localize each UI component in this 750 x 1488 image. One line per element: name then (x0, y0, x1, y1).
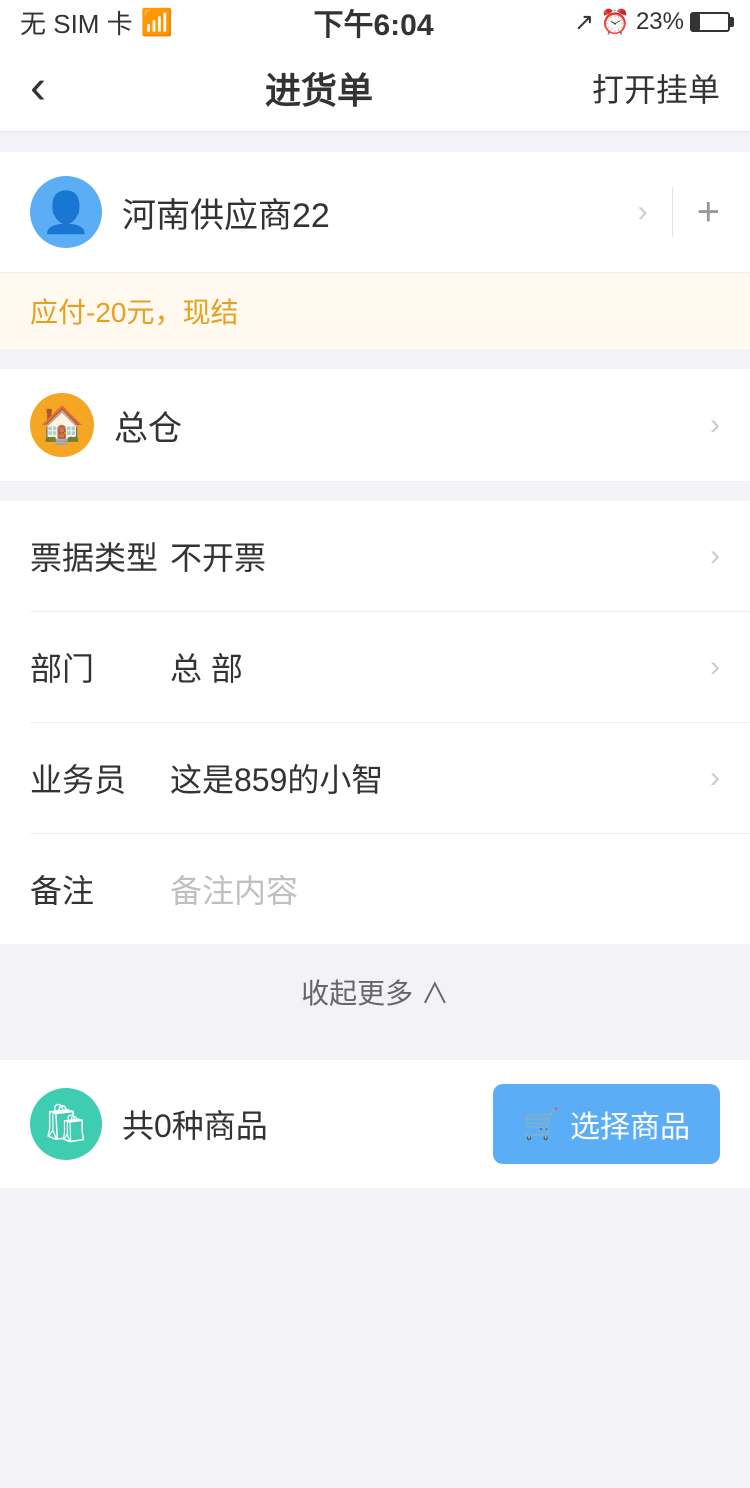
sales-chevron-icon: › (710, 761, 720, 795)
person-icon: 👤 (41, 189, 91, 236)
select-product-label: 选择商品 (570, 1102, 690, 1146)
remark-input[interactable]: 备注内容 (170, 866, 720, 912)
vertical-divider (672, 187, 673, 237)
carrier-label: 无 SIM 卡 (20, 4, 133, 41)
remark-label: 备注 (30, 866, 170, 912)
section-gap-3 (0, 481, 750, 501)
status-right: ↗ ⏰ 23% (574, 8, 730, 37)
product-section: 🛍 共0种商品 🛒 选择商品 (0, 1060, 750, 1188)
page-background (0, 1188, 750, 1488)
add-supplier-button[interactable]: + (697, 192, 720, 232)
open-pending-button[interactable]: 打开挂单 (592, 65, 720, 111)
sales-row[interactable]: 业务员 这是859的小智 › (0, 723, 750, 833)
form-section: 票据类型 不开票 › 部门 总 部 › 业务员 这是859的小智 › 备注 备注… (0, 501, 750, 944)
page-title: 进货单 (265, 62, 373, 114)
section-gap-2 (0, 349, 750, 369)
invoice-chevron-icon: › (710, 539, 720, 573)
status-bar: 无 SIM 卡 📶 下午6:04 ↗ ⏰ 23% (0, 0, 750, 44)
select-product-icon: 🛒 (523, 1107, 560, 1142)
warehouse-icon: 🏠 (40, 404, 85, 446)
select-product-button[interactable]: 🛒 选择商品 (493, 1084, 720, 1164)
collapse-bar[interactable]: 收起更多 ∧ (0, 944, 750, 1040)
dept-value: 总 部 (170, 644, 710, 690)
warning-bar: 应付-20元，现结 (0, 273, 750, 349)
alarm-icon: ⏰ (600, 8, 630, 37)
section-gap-1 (0, 132, 750, 152)
warning-text: 应付-20元，现结 (30, 297, 238, 328)
warehouse-icon-wrap: 🏠 (30, 393, 94, 457)
warehouse-chevron-icon: › (710, 408, 720, 442)
invoice-type-label: 票据类型 (30, 533, 170, 579)
sales-value: 这是859的小智 (170, 755, 710, 801)
warehouse-label: 总仓 (114, 401, 710, 450)
dept-label: 部门 (30, 644, 170, 690)
supplier-row[interactable]: 👤 河南供应商22 › + (0, 152, 750, 273)
supplier-name: 河南供应商22 (122, 188, 638, 237)
battery-percent: 23% (636, 8, 684, 36)
dept-row[interactable]: 部门 总 部 › (0, 612, 750, 722)
section-gap-4 (0, 1040, 750, 1060)
product-count: 共0种商品 (122, 1101, 493, 1147)
invoice-type-value: 不开票 (170, 533, 710, 579)
remark-row[interactable]: 备注 备注内容 (0, 834, 750, 944)
sales-label: 业务员 (30, 755, 170, 801)
warehouse-row[interactable]: 🏠 总仓 › (0, 369, 750, 481)
supplier-section: 👤 河南供应商22 › + 应付-20元，现结 (0, 152, 750, 349)
back-button[interactable]: ‹ (30, 60, 46, 115)
status-left: 无 SIM 卡 📶 (20, 4, 173, 41)
invoice-type-row[interactable]: 票据类型 不开票 › (0, 501, 750, 611)
battery-icon (690, 12, 730, 32)
product-icon: 🛍 (42, 1102, 90, 1146)
status-time: 下午6:04 (313, 0, 433, 44)
collapse-label: 收起更多 ∧ (301, 978, 449, 1009)
warehouse-section: 🏠 总仓 › (0, 369, 750, 481)
wifi-icon: 📶 (141, 7, 173, 38)
location-icon: ↗ (574, 8, 594, 37)
dept-chevron-icon: › (710, 650, 720, 684)
supplier-chevron-icon: › (638, 195, 648, 229)
supplier-avatar: 👤 (30, 176, 102, 248)
product-icon-wrap: 🛍 (30, 1088, 102, 1160)
nav-bar: ‹ 进货单 打开挂单 (0, 44, 750, 132)
